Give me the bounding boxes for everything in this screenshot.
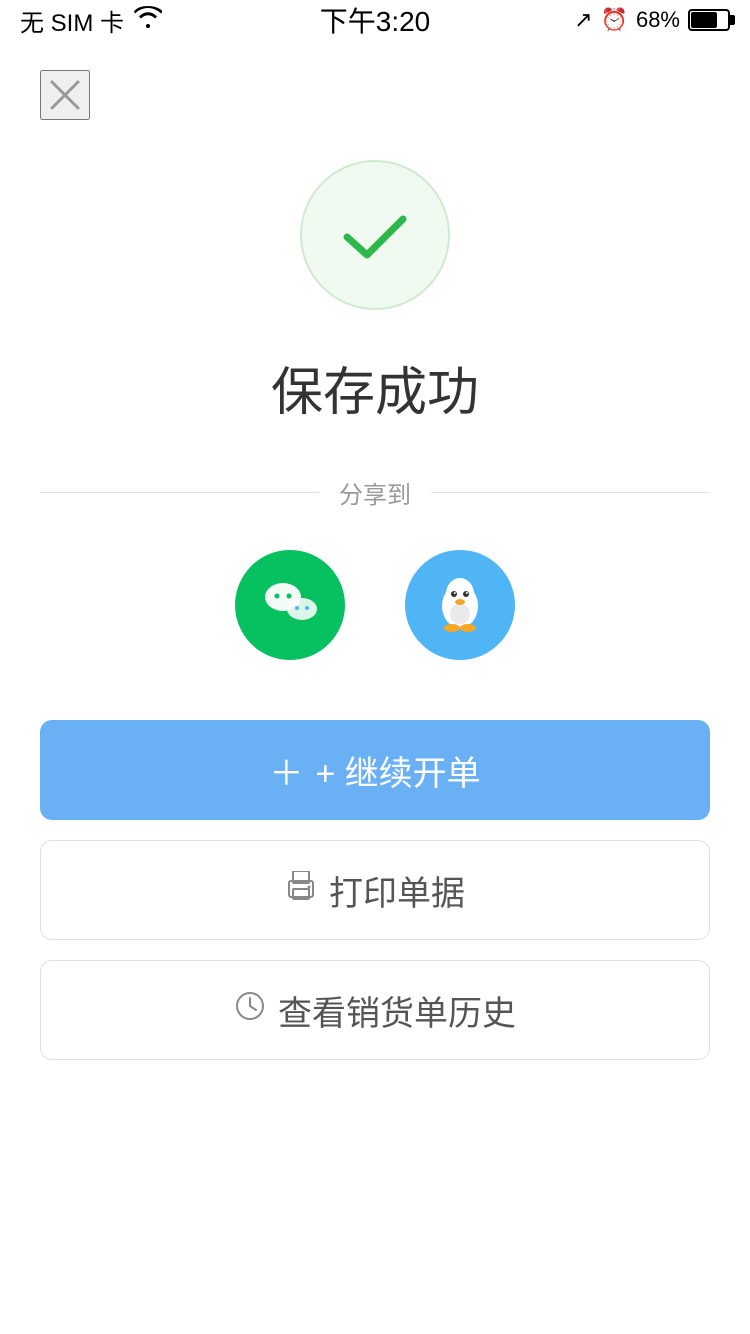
plus-icon: ＋ [269,746,303,795]
history-button[interactable]: 查看销货单历史 [40,960,710,1060]
divider-right [431,492,710,493]
checkmark-icon [335,195,415,275]
print-label: 打印单据 [329,866,465,915]
print-button[interactable]: 打印单据 [40,840,710,940]
status-left: 无 SIM 卡 [20,3,162,38]
print-icon [285,871,317,909]
action-buttons: ＋ + 继续开单 打印单据 查看销货单 [40,720,710,1060]
close-icon [48,78,82,112]
wechat-share-button[interactable] [235,550,345,660]
share-icons-row [235,550,515,660]
status-time: 下午3:20 [320,0,431,40]
share-divider: 分享到 [40,475,710,510]
battery-icon [688,9,730,31]
status-bar: 无 SIM 卡 下午3:20 ↗ ⏰ 68% [0,0,750,40]
status-right: ↗ ⏰ 68% [574,7,730,33]
wifi-icon [134,6,162,35]
wechat-icon [257,575,323,635]
continue-order-button[interactable]: ＋ + 继续开单 [40,720,710,820]
qq-icon [427,572,493,638]
history-icon [234,990,266,1030]
main-content: 保存成功 分享到 [0,40,750,1100]
share-label: 分享到 [339,475,411,510]
battery-percent: 68% [636,7,680,33]
no-sim-text: 无 SIM 卡 [20,3,124,38]
success-circle [300,160,450,310]
history-label: 查看销货单历史 [278,986,516,1035]
qq-share-button[interactable] [405,550,515,660]
location-icon: ↗ [574,7,592,33]
success-title: 保存成功 [271,350,479,425]
close-button[interactable] [40,70,90,120]
alarm-icon: ⏰ [601,7,628,33]
continue-order-label: + 继续开单 [315,746,480,795]
divider-left [40,492,319,493]
